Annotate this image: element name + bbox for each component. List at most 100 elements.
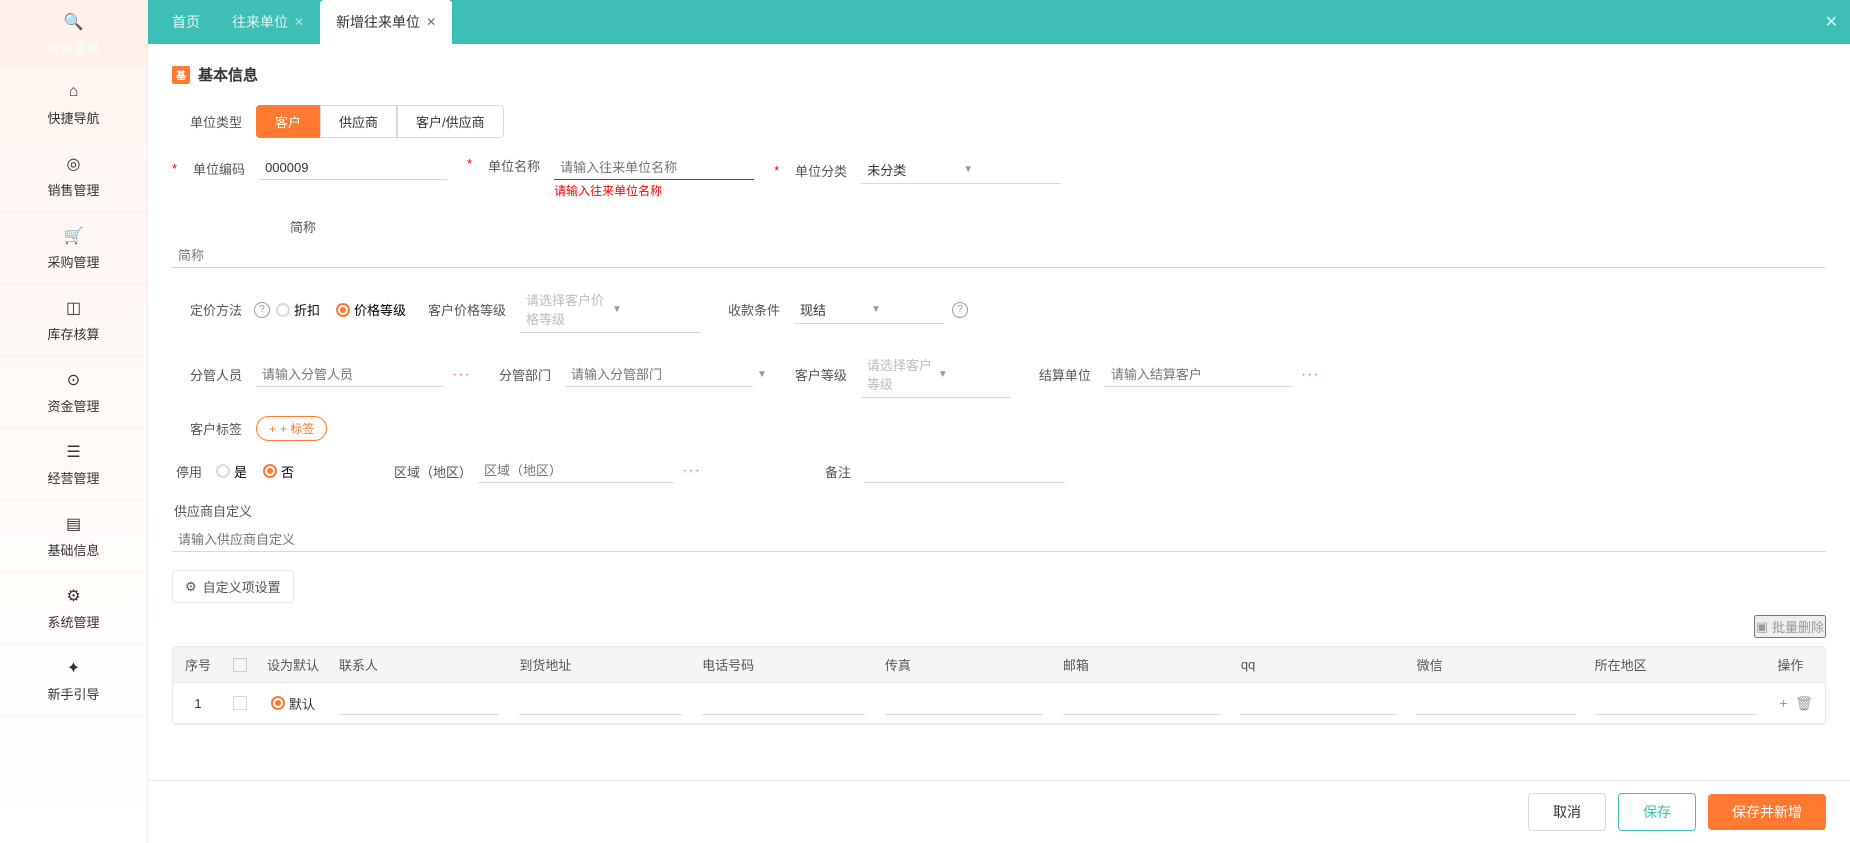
name-input[interactable] — [554, 156, 754, 180]
cell-region[interactable] — [1585, 683, 1768, 724]
sidebar-item-label: 新手引导 — [47, 684, 99, 703]
pricing-label: 定价方法 — [172, 300, 242, 319]
region-dots[interactable]: ··· — [682, 462, 701, 480]
batch-delete-label: 批量删除 — [1772, 617, 1824, 636]
cell-contact[interactable] — [329, 683, 509, 724]
payment-help-icon[interactable]: ? — [952, 302, 968, 318]
cancel-button[interactable]: 取消 — [1528, 793, 1606, 831]
cell-wechat[interactable] — [1407, 683, 1585, 724]
remark-label: 备注 — [781, 462, 851, 481]
sidebar-item-label: 资金管理 — [47, 396, 99, 415]
payment-select[interactable]: 现结 ▼ — [794, 296, 944, 324]
settlement-dots[interactable]: ··· — [1301, 366, 1320, 384]
supplier-custom-row: 供应商自定义 — [172, 501, 1826, 552]
tab-home[interactable]: 首页 — [156, 0, 216, 44]
radio-discount[interactable]: 折扣 — [276, 300, 320, 319]
row-delete-btn[interactable]: 🗑 — [1793, 693, 1815, 714]
unit-type-label: 单位类型 — [172, 112, 242, 131]
tab-close-new-partner[interactable]: ✕ — [426, 15, 436, 29]
sidebar-item-inventory[interactable]: ◫ 库存核算 — [0, 284, 147, 356]
category-label: 单位分类 — [787, 161, 847, 180]
dept-label: 分管部门 — [491, 365, 551, 384]
pricing-help-icon[interactable]: ? — [254, 302, 270, 318]
cell-no: 1 — [173, 683, 223, 724]
radio-disable-yes[interactable]: 是 — [216, 462, 247, 481]
default-label: 默认 — [289, 694, 315, 713]
main-area: 首页 往来单位 ✕ 新增往来单位 ✕ ✕ 基 基本信息 单位类型 客户 供应商 … — [148, 0, 1850, 843]
contacts-table: 序号 设为默认 联系人 到货地址 电话号码 传真 邮箱 qq 微信 所在地区 操… — [173, 647, 1825, 724]
cell-email[interactable] — [1053, 683, 1231, 724]
cell-fax[interactable] — [875, 683, 1053, 724]
add-tag-button[interactable]: + + 标签 — [256, 416, 327, 441]
sidebar-item-label: 搜索菜单 — [47, 38, 99, 57]
sidebar-item-label: 库存核算 — [47, 324, 99, 343]
cell-address[interactable] — [509, 683, 692, 724]
settings-icon: ⚙ — [185, 579, 197, 595]
row-checkbox[interactable] — [233, 696, 247, 710]
settlement-input[interactable] — [1105, 363, 1293, 387]
sidebar-item-guide[interactable]: ✦ 新手引导 — [0, 644, 147, 716]
unit-btn-both[interactable]: 客户/供应商 — [397, 105, 504, 138]
tab-close-partners[interactable]: ✕ — [294, 15, 304, 29]
custom-settings-button[interactable]: ⚙ 自定义项设置 — [172, 570, 294, 603]
unit-btn-customer[interactable]: 客户 — [256, 105, 320, 138]
form-content: 基 基本信息 单位类型 客户 供应商 客户/供应商 * 单位编码 * 单 — [148, 44, 1850, 780]
sidebar-item-basic[interactable]: ▤ 基础信息 — [0, 500, 147, 572]
cell-phone[interactable] — [692, 683, 875, 724]
sidebar-item-search[interactable]: 🔍 搜索菜单 — [0, 0, 147, 68]
category-select[interactable]: 未分类 ▼ — [861, 156, 1061, 184]
tab-partners[interactable]: 往来单位 ✕ — [216, 0, 320, 44]
sidebar-item-label: 快捷导航 — [47, 108, 99, 127]
sidebar-item-ops[interactable]: ☰ 经营管理 — [0, 428, 147, 500]
manager-dots[interactable]: ··· — [452, 366, 471, 384]
dept-chevron: ▼ — [757, 369, 767, 380]
cell-checkbox[interactable] — [223, 683, 257, 724]
section-title: 基 基本信息 — [172, 64, 1826, 85]
ops-icon: ☰ — [62, 440, 86, 464]
code-field — [259, 156, 447, 180]
cell-action: + 🗑 — [1767, 683, 1825, 724]
customer-price-placeholder: 请选择客户价格等级 — [526, 290, 608, 328]
sidebar-item-quicknav[interactable]: ⌂ 快捷导航 — [0, 68, 147, 140]
customer-level-placeholder: 请选择客户等级 — [867, 355, 934, 393]
default-radio[interactable] — [271, 696, 285, 710]
tab-new-partner[interactable]: 新增往来单位 ✕ — [320, 0, 452, 44]
customer-level-select[interactable]: 请选择客户等级 ▼ — [861, 351, 1011, 398]
col-action: 操作 — [1767, 647, 1825, 683]
col-contact: 联系人 — [329, 647, 509, 683]
sidebar-item-sales[interactable]: ◎ 销售管理 — [0, 140, 147, 212]
tag-btn-label: + 标签 — [280, 420, 314, 437]
code-input[interactable] — [259, 156, 447, 180]
customer-price-select[interactable]: 请选择客户价格等级 ▼ — [520, 286, 700, 333]
save-button[interactable]: 保存 — [1618, 793, 1696, 831]
payment-value: 现结 — [800, 300, 867, 319]
name-label: 单位名称 — [480, 156, 540, 175]
remark-input[interactable] — [865, 459, 1065, 483]
col-address: 到货地址 — [509, 647, 692, 683]
save-new-button[interactable]: 保存并新增 — [1708, 794, 1826, 830]
sidebar-item-system[interactable]: ⚙ 系统管理 — [0, 572, 147, 644]
radio-price-level[interactable]: 价格等级 — [336, 300, 406, 319]
unit-type-row: 单位类型 客户 供应商 客户/供应商 — [172, 105, 1826, 138]
col-checkbox — [223, 647, 257, 683]
col-wechat: 微信 — [1407, 647, 1585, 683]
sidebar-item-purchase[interactable]: 🛒 采购管理 — [0, 212, 147, 284]
inventory-icon: ◫ — [62, 296, 86, 320]
pricing-radio-group: 折扣 价格等级 — [276, 300, 406, 319]
unit-btn-supplier[interactable]: 供应商 — [320, 105, 397, 138]
dept-input[interactable] — [565, 363, 753, 387]
close-all-tabs[interactable]: ✕ — [1825, 12, 1838, 32]
region-input[interactable] — [478, 459, 674, 483]
radio-disable-no[interactable]: 否 — [263, 462, 294, 481]
col-default: 设为默认 — [257, 647, 329, 683]
cell-qq[interactable] — [1231, 683, 1407, 724]
radio-no-label: 否 — [281, 462, 294, 481]
short-name-input[interactable] — [172, 244, 1826, 268]
tags-row: 客户标签 + + 标签 — [172, 416, 1826, 441]
supplier-custom-input[interactable] — [172, 528, 1826, 552]
batch-delete-icon: ▣ — [1756, 619, 1768, 635]
batch-delete-button[interactable]: ▣ 批量删除 — [1754, 615, 1826, 638]
row-add-btn[interactable]: + — [1777, 693, 1789, 713]
manager-input[interactable] — [256, 363, 444, 387]
sidebar-item-finance[interactable]: ⊙ 资金管理 — [0, 356, 147, 428]
